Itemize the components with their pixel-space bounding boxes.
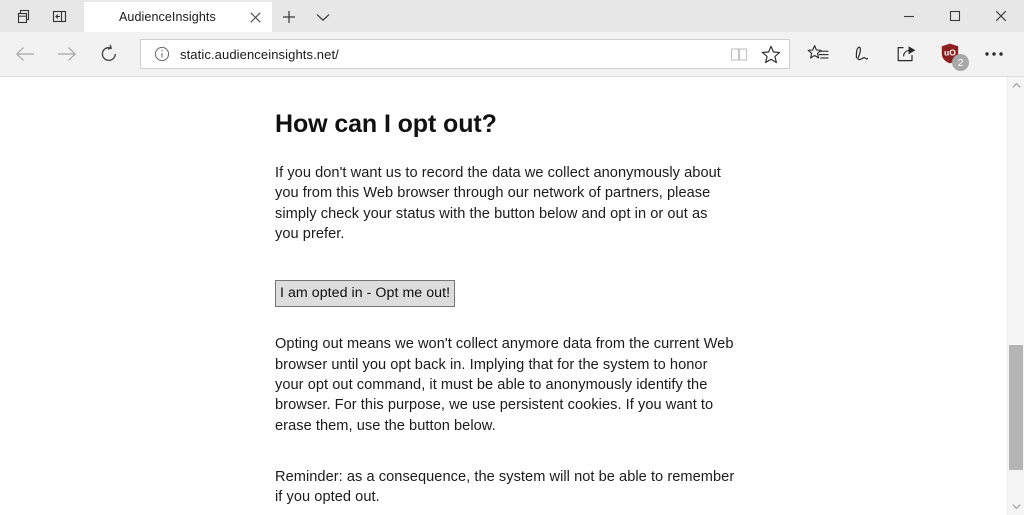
opt-out-button[interactable]: I am opted in - Opt me out! <box>275 280 456 308</box>
navigation-toolbar: static.audienceinsights.net/ uO 2 <box>0 32 1024 77</box>
close-button[interactable] <box>978 0 1024 32</box>
hub-button[interactable] <box>796 35 840 73</box>
forward-button[interactable] <box>46 35 88 73</box>
page-content-area: How can I opt out? If you don't want us … <box>0 77 1024 515</box>
tab-strip: AudienceInsights <box>0 0 1024 32</box>
reading-view-icon[interactable] <box>723 40 755 68</box>
window-controls <box>886 0 1024 32</box>
page-body: How can I opt out? If you don't want us … <box>0 77 1007 515</box>
maximize-button[interactable] <box>932 0 978 32</box>
extension-badge-count: 2 <box>952 54 969 71</box>
address-bar[interactable]: static.audienceinsights.net/ <box>140 39 790 69</box>
share-button[interactable] <box>884 35 928 73</box>
back-button[interactable] <box>4 35 46 73</box>
vertical-scrollbar[interactable] <box>1007 77 1024 515</box>
web-note-button[interactable] <box>840 35 884 73</box>
close-icon[interactable] <box>244 6 266 28</box>
intro-paragraph: If you don't want us to record the data … <box>275 165 721 242</box>
page-inner-column: How can I opt out? If you don't want us … <box>275 110 735 515</box>
scroll-down-arrow-icon[interactable] <box>1008 498 1024 515</box>
refresh-button[interactable] <box>88 35 130 73</box>
minimize-button[interactable] <box>886 0 932 32</box>
restore-tabs-icon[interactable] <box>6 1 42 31</box>
more-options-button[interactable] <box>972 35 1016 73</box>
set-tabs-aside-icon[interactable] <box>42 1 78 31</box>
chevron-down-icon[interactable] <box>306 2 340 32</box>
scrollbar-thumb[interactable] <box>1009 345 1023 470</box>
page-title: How can I opt out? <box>275 110 497 138</box>
tab-title: AudienceInsights <box>119 10 216 24</box>
opting-out-explanation-paragraph: Opting out means we won't collect anymor… <box>275 336 734 434</box>
browser-window: AudienceInsights static.audienceinsights… <box>0 0 1024 515</box>
browser-tab[interactable]: AudienceInsights <box>84 2 272 32</box>
new-tab-button[interactable] <box>272 2 306 32</box>
favorites-star-icon[interactable] <box>755 40 787 68</box>
scrollbar-track[interactable] <box>1008 94 1024 498</box>
info-circle-icon[interactable] <box>151 43 173 65</box>
titlebar-left-buttons <box>0 0 78 32</box>
tab-favicon <box>94 9 110 25</box>
ublock-origin-button[interactable]: uO 2 <box>928 35 972 73</box>
scroll-up-arrow-icon[interactable] <box>1008 77 1024 94</box>
url-text[interactable]: static.audienceinsights.net/ <box>180 47 723 62</box>
reminder-paragraph: Reminder: as a consequence, the system w… <box>275 468 735 506</box>
